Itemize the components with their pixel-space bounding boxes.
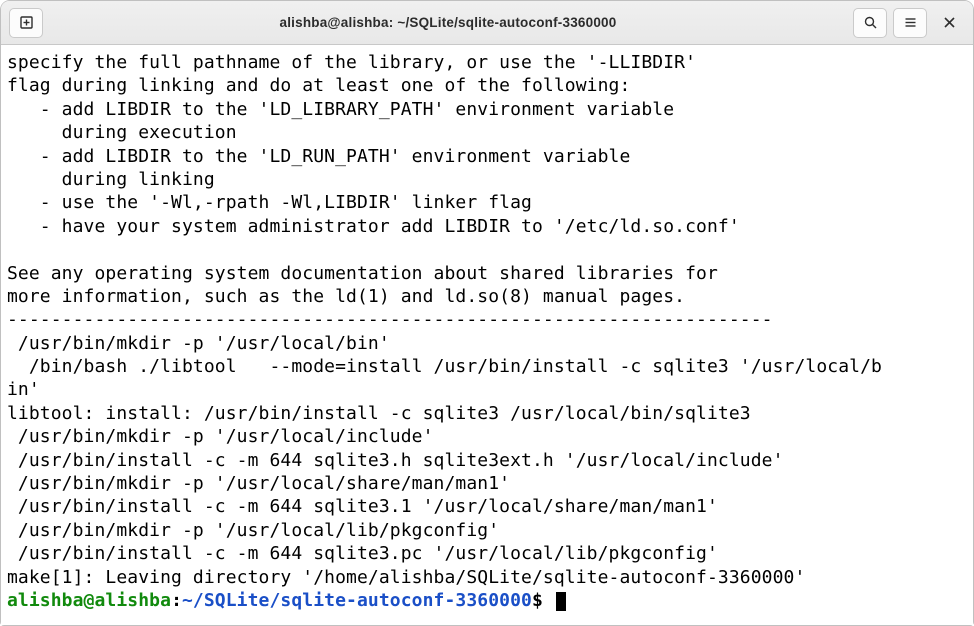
close-icon [943, 16, 956, 29]
prompt-user-host: alishba@alishba [7, 590, 171, 611]
terminal-output: specify the full pathname of the library… [7, 51, 967, 589]
prompt-symbol: $ [532, 590, 543, 611]
window-title: alishba@alishba: ~/SQLite/sqlite-autocon… [49, 15, 847, 30]
new-tab-button[interactable] [9, 8, 43, 38]
close-button[interactable] [933, 8, 965, 38]
prompt-path: ~/SQLite/sqlite-autoconf-3360000 [182, 590, 532, 611]
window-titlebar: alishba@alishba: ~/SQLite/sqlite-autocon… [1, 1, 973, 45]
prompt-separator: : [171, 590, 182, 611]
search-button[interactable] [853, 8, 887, 38]
search-icon [863, 15, 878, 30]
new-tab-icon [19, 15, 34, 30]
terminal-cursor [556, 592, 566, 611]
titlebar-right-group [853, 8, 965, 38]
terminal-prompt: alishba@alishba:~/SQLite/sqlite-autoconf… [7, 589, 967, 612]
hamburger-menu-button[interactable] [893, 8, 927, 38]
hamburger-icon [903, 15, 918, 30]
terminal-viewport[interactable]: specify the full pathname of the library… [1, 45, 973, 625]
